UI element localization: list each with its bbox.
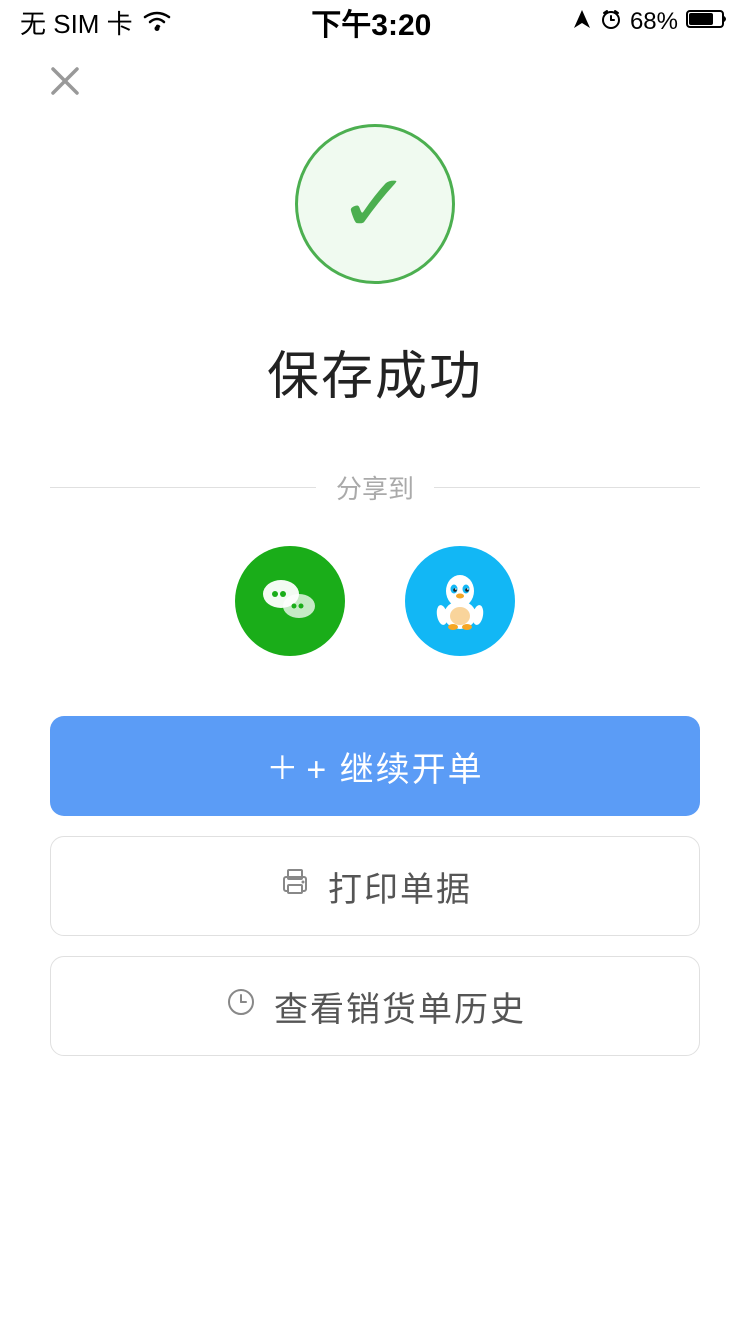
print-label: 打印单据 <box>328 862 472 911</box>
continue-label: + 继续开单 <box>306 742 483 791</box>
close-button[interactable] <box>40 56 90 106</box>
history-button[interactable]: 查看销货单历史 <box>50 956 700 1056</box>
plus-icon: ＋ <box>266 743 300 789</box>
share-icons-row <box>235 546 515 656</box>
buttons-section: ＋ + 继续开单 打印单据 <box>0 716 750 1056</box>
success-title: 保存成功 <box>267 334 483 409</box>
continue-button[interactable]: ＋ + 继续开单 <box>50 716 700 816</box>
history-label: 查看销货单历史 <box>274 982 526 1031</box>
share-divider-row: 分享到 <box>0 469 750 506</box>
print-button[interactable]: 打印单据 <box>50 836 700 936</box>
success-icon-circle: ✓ <box>295 124 455 284</box>
alarm-icon <box>600 8 622 37</box>
divider-line-left <box>50 487 316 488</box>
status-bar: 无 SIM 卡 下午3:20 68% <box>0 0 750 44</box>
status-right: 68% <box>572 8 730 37</box>
checkmark-icon: ✓ <box>338 164 412 244</box>
status-left: 无 SIM 卡 <box>20 4 171 41</box>
wechat-share-button[interactable] <box>235 546 345 656</box>
divider-line-right <box>434 487 700 488</box>
share-label: 分享到 <box>316 469 434 506</box>
location-icon <box>572 8 592 37</box>
wifi-icon <box>143 7 171 38</box>
printer-icon <box>278 865 312 907</box>
qq-share-button[interactable] <box>405 546 515 656</box>
no-sim-text: 无 SIM 卡 <box>20 4 133 41</box>
battery-percentage: 68% <box>630 8 678 36</box>
status-time: 下午3:20 <box>311 0 431 44</box>
main-content: ✓ 保存成功 分享到 <box>0 44 750 1056</box>
share-section: 分享到 <box>0 469 750 656</box>
battery-icon <box>686 8 730 37</box>
clock-icon <box>224 985 258 1027</box>
